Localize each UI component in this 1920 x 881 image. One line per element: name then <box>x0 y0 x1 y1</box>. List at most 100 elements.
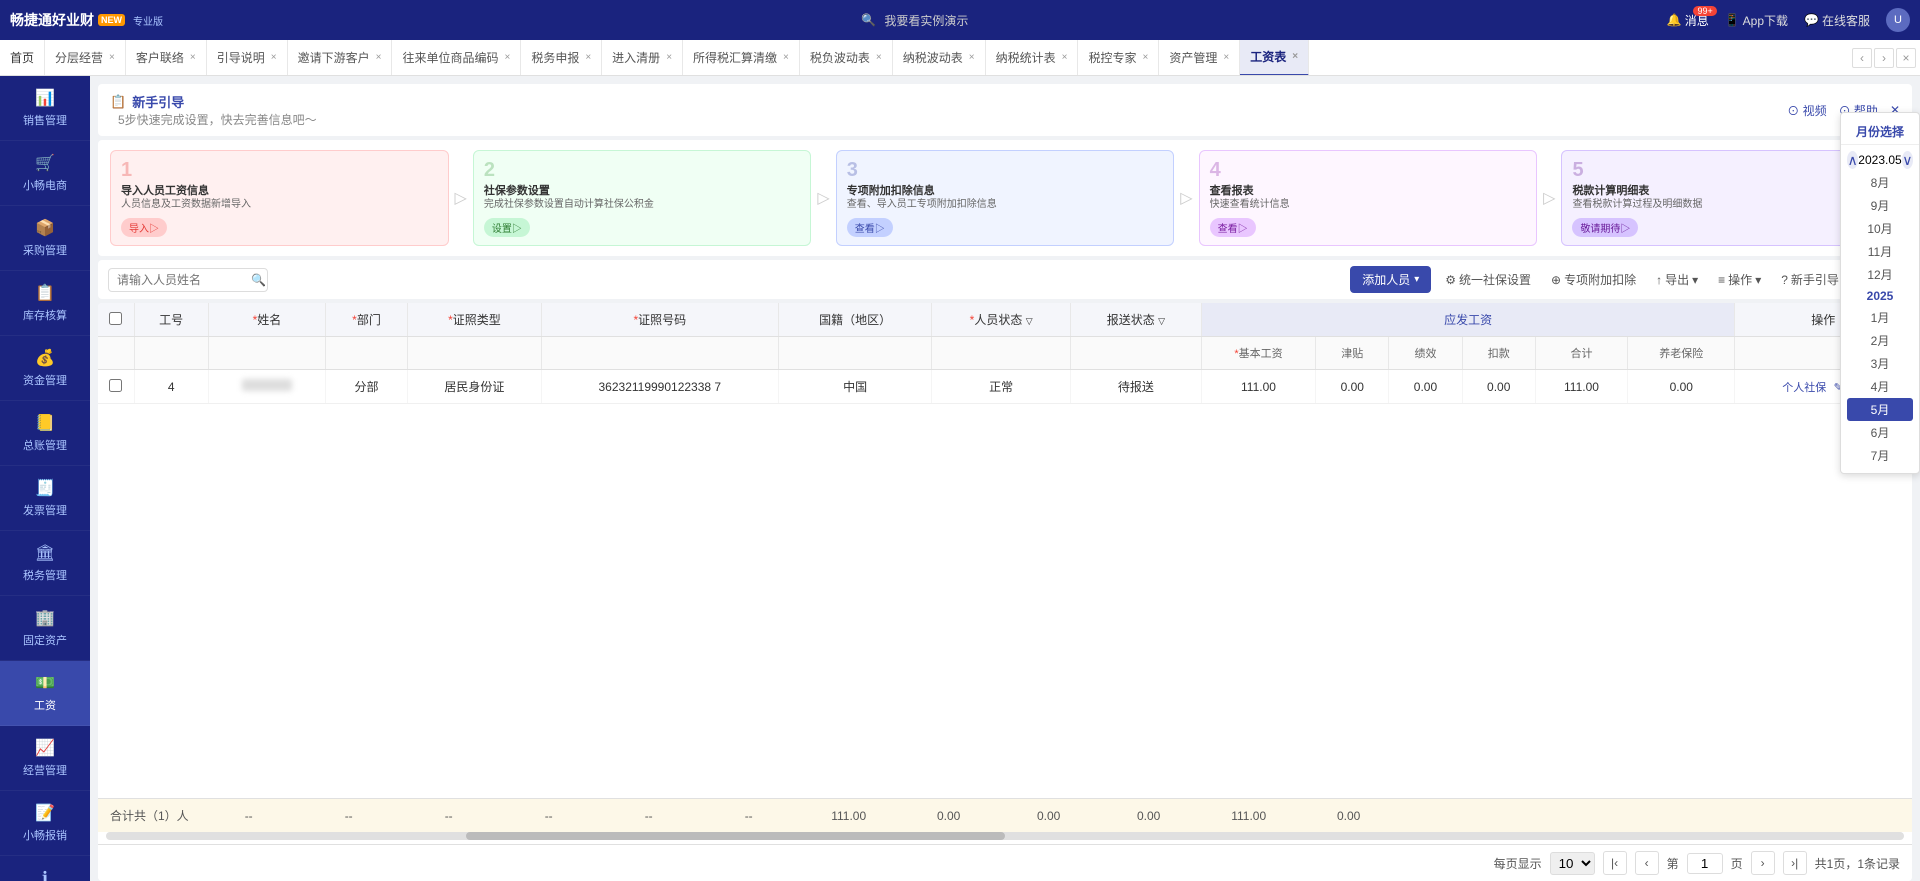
sidebar-item-basics[interactable]: ℹ 基础信息 <box>0 856 90 881</box>
sidebar-item-salary[interactable]: 💵 工资 <box>0 661 90 726</box>
page-input[interactable] <box>1687 853 1723 874</box>
footer-total: 111.00 <box>1209 809 1289 823</box>
step-1-button[interactable]: 导入▷ <box>121 218 167 237</box>
tab-suode[interactable]: 所得税汇算清缴 × <box>683 40 800 76</box>
settings2-icon: ⚙ <box>1445 273 1456 287</box>
month-item-12[interactable]: 12月 <box>1841 263 1919 286</box>
nav-close-all-button[interactable]: × <box>1896 48 1916 68</box>
page-size-select[interactable]: 10 20 50 <box>1550 852 1595 875</box>
app-download-button[interactable]: 📱 App下载 <box>1725 12 1788 29</box>
last-page-button[interactable]: ›| <box>1783 851 1807 875</box>
sidebar-item-tax[interactable]: 🏛 税务管理 <box>0 531 90 596</box>
month-item-3[interactable]: 3月 <box>1841 352 1919 375</box>
close-icon[interactable]: × <box>1292 51 1298 62</box>
sidebar-item-expense[interactable]: 📝 小畅报销 <box>0 791 90 856</box>
close-icon[interactable]: × <box>1142 52 1148 63</box>
search-icon[interactable]: 🔍 <box>251 273 266 287</box>
social-insurance-button[interactable]: ⚙ 统一社保设置 <box>1439 268 1537 291</box>
user-avatar[interactable]: U <box>1886 8 1910 32</box>
month-item-6[interactable]: 6月 <box>1841 421 1919 444</box>
scrollbar-thumb[interactable] <box>466 832 1005 840</box>
tab-gongzi[interactable]: 工资表 × <box>1240 40 1309 76</box>
close-icon[interactable]: × <box>109 52 115 63</box>
month-item-4[interactable]: 4月 <box>1841 375 1919 398</box>
next-page-button[interactable]: › <box>1751 851 1775 875</box>
sidebar-item-assets[interactable]: 🏢 固定资产 <box>0 596 90 661</box>
sidebar-item-inventory[interactable]: 📋 库存核算 <box>0 271 90 336</box>
tab-jinru[interactable]: 进入清册 × <box>602 40 683 76</box>
close-icon[interactable]: × <box>190 52 196 63</box>
add-person-button[interactable]: 添加人员 ▾ <box>1350 266 1431 293</box>
sidebar-item-sales[interactable]: 📊 销售管理 <box>0 76 90 141</box>
sidebar-item-invoice[interactable]: 🧾 发票管理 <box>0 466 90 531</box>
online-service-button[interactable]: 💬 在线客服 <box>1804 12 1870 29</box>
tab-资产[interactable]: 资产管理 × <box>1159 40 1240 76</box>
horizontal-scrollbar[interactable] <box>106 832 1904 840</box>
operations-button[interactable]: ≡ 操作 ▾ <box>1712 268 1767 291</box>
search-demo-text[interactable]: 我要看实例演示 <box>884 12 968 29</box>
close-icon[interactable]: × <box>783 52 789 63</box>
special-deduction-button[interactable]: ⊕ 专项附加扣除 <box>1545 268 1642 291</box>
tab-yindao[interactable]: 引导说明 × <box>207 40 288 76</box>
row-checkbox[interactable] <box>109 379 122 392</box>
sidebar-item-ecommerce[interactable]: 🛒 小畅电商 <box>0 141 90 206</box>
close-icon[interactable]: × <box>876 52 882 63</box>
first-page-button[interactable]: |‹ <box>1603 851 1627 875</box>
search-input[interactable] <box>117 273 247 287</box>
month-next-button[interactable]: ∨ <box>1902 151 1913 169</box>
guide-video-link[interactable]: ⊙ 视频 <box>1787 102 1826 119</box>
month-item-7[interactable]: 7月 <box>1841 444 1919 467</box>
step-3-number: 3 <box>847 159 1164 182</box>
close-icon[interactable]: × <box>969 52 975 63</box>
tab-납세波动[interactable]: 纳税波动表 × <box>893 40 986 76</box>
close-icon[interactable]: × <box>376 52 382 63</box>
export-button[interactable]: ↑ 导出 ▾ <box>1650 268 1704 291</box>
tab-shuikong[interactable]: 税控专家 × <box>1078 40 1159 76</box>
month-item-10[interactable]: 10月 <box>1841 217 1919 240</box>
close-icon[interactable]: × <box>666 52 672 63</box>
tab-shufubo[interactable]: 税负波动表 × <box>800 40 893 76</box>
tab-shuiwu[interactable]: 税务申报 × <box>521 40 602 76</box>
step-4-button[interactable]: 查看▷ <box>1210 218 1256 237</box>
nav-next-button[interactable]: › <box>1874 48 1894 68</box>
month-item-11[interactable]: 11月 <box>1841 240 1919 263</box>
close-icon[interactable]: × <box>585 52 591 63</box>
sidebar-label-tax: 税务管理 <box>23 567 67 583</box>
close-icon[interactable]: × <box>271 52 277 63</box>
month-prev-button[interactable]: ∧ <box>1847 151 1858 169</box>
prev-page-button[interactable]: ‹ <box>1635 851 1659 875</box>
step-3-button[interactable]: 查看▷ <box>847 218 893 237</box>
nav-prev-button[interactable]: ‹ <box>1852 48 1872 68</box>
search-input-wrapper[interactable]: 🔍 <box>108 268 268 292</box>
sidebar-item-operations[interactable]: 📈 经营管理 <box>0 726 90 791</box>
th-id: 工号 <box>134 303 208 337</box>
select-all-checkbox[interactable] <box>109 312 122 325</box>
tab-yaoqing[interactable]: 邀请下游客户 × <box>288 40 393 76</box>
personal-insurance-link[interactable]: 个人社保 <box>1782 382 1826 394</box>
close-icon[interactable]: × <box>1223 52 1229 63</box>
tab-kehu[interactable]: 客户联络 × <box>126 40 207 76</box>
close-icon[interactable]: × <box>504 52 510 63</box>
month-item-2[interactable]: 2月 <box>1841 329 1919 352</box>
th-sub-empty1 <box>98 337 134 370</box>
messages-button[interactable]: 🔔 消息 99+ <box>1667 12 1709 29</box>
month-item-8[interactable]: 8月 <box>1841 171 1919 194</box>
table-scroll[interactable]: 工号 *姓名 *部门 *证照类型 *证照号码 国籍（地区） *人员状态 ▽ 报送… <box>98 303 1912 798</box>
month-year-2025[interactable]: 2025 <box>1841 286 1919 306</box>
month-item-5[interactable]: 5月 <box>1847 398 1913 421</box>
sidebar-item-purchase[interactable]: 📦 采购管理 <box>0 206 90 271</box>
sidebar-item-ledger[interactable]: 📒 总账管理 <box>0 401 90 466</box>
step-5-button[interactable]: 敬请期待▷ <box>1572 218 1638 237</box>
sidebar-item-finance[interactable]: 💰 资金管理 <box>0 336 90 401</box>
sidebar-label-ledger: 总账管理 <box>23 437 67 453</box>
tab-wanglai[interactable]: 往来单位商品编码 × <box>392 40 521 76</box>
tab-fenengcengjing[interactable]: 分层经营 × <box>45 40 126 76</box>
tab-纳税统计[interactable]: 纳税统计表 × <box>986 40 1079 76</box>
step-2-button[interactable]: 设置▷ <box>484 218 530 237</box>
close-icon[interactable]: × <box>1062 52 1068 63</box>
tab-home[interactable]: 首页 <box>0 40 45 76</box>
month-item-1[interactable]: 1月 <box>1841 306 1919 329</box>
guide-button[interactable]: ? 新手引导 <box>1775 268 1845 291</box>
th-allowance: 津贴 <box>1316 337 1389 370</box>
month-item-9[interactable]: 9月 <box>1841 194 1919 217</box>
